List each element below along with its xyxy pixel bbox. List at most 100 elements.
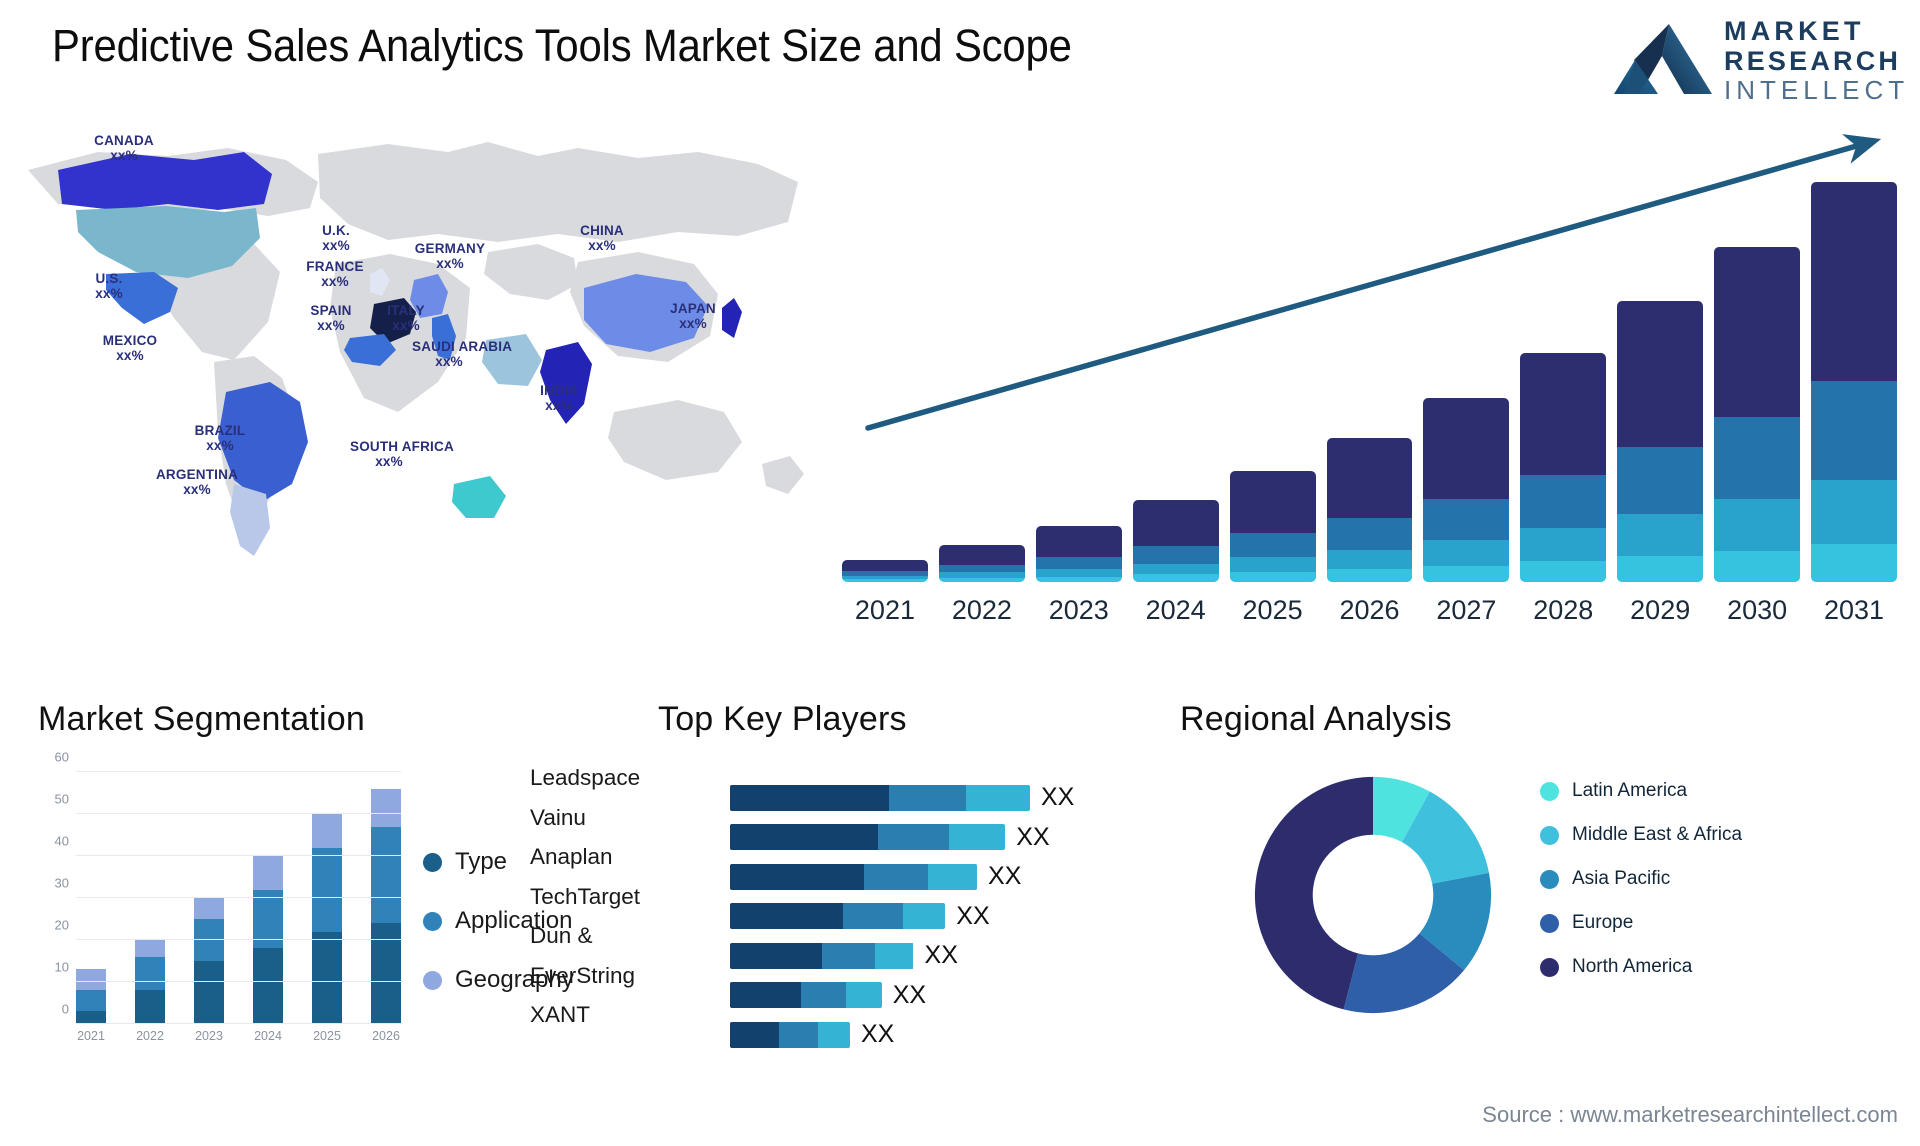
forecast-bar-segment	[1132, 574, 1219, 582]
forecast-bar-segment	[1035, 569, 1122, 577]
regional-legend-item[interactable]: North America	[1540, 952, 1742, 982]
forecast-bar-segment	[1520, 352, 1607, 475]
player-bar	[730, 863, 978, 890]
map-country-value: xx%	[321, 273, 349, 289]
segmentation-gridline	[76, 771, 401, 772]
logo-line-1: MARKET	[1724, 16, 1865, 46]
map-label-india: INDIA xx%	[526, 383, 592, 413]
forecast-bar-segment	[938, 545, 1025, 565]
forecast-bar: XX	[1520, 352, 1607, 582]
forecast-bar-segment	[1811, 380, 1897, 481]
player-bar	[730, 824, 1006, 851]
map-country-name: ARGENTINA	[155, 467, 239, 482]
player-bar-segment	[842, 903, 903, 930]
forecast-bar-segment	[842, 578, 928, 582]
regional-legend-item[interactable]: Asia Pacific	[1540, 864, 1742, 894]
forecast-year-axis: 2021 2022 2023 2024 2025 2026 2027 2028 2029 2030…	[842, 595, 1897, 626]
forecast-bar-segment	[1714, 246, 1801, 417]
player-bar-row: XX	[730, 1015, 1130, 1055]
legend-color-dot	[423, 911, 442, 931]
map-label-canada: CANADA xx%	[76, 133, 172, 163]
legend-color-dot	[1540, 869, 1559, 889]
regional-legend-item[interactable]: Middle East & Africa	[1540, 820, 1742, 850]
player-bar-segment	[730, 1021, 780, 1048]
map-label-brazil: BRAZIL xx%	[178, 423, 262, 453]
forecast-year-label: 2028	[1533, 595, 1594, 625]
forecast-year-label: 2024	[1145, 595, 1206, 625]
legend-label: Europe	[1572, 912, 1634, 933]
mountain-m-icon	[1614, 24, 1712, 94]
player-name: Vainu	[530, 804, 586, 830]
map-country-name: BRAZIL	[194, 423, 246, 438]
map-label-france: FRANCE xx%	[294, 259, 376, 289]
player-bar-segment	[846, 982, 882, 1009]
player-bar-value: XX	[1041, 783, 1075, 812]
forecast-bar-segment	[1520, 527, 1607, 562]
forecast-bar-segment	[1617, 446, 1704, 514]
forecast-bar-segment	[1132, 499, 1219, 547]
market-segmentation-panel: Market Segmentation 2021 2022 2023 2024 2025…	[38, 700, 574, 1120]
forecast-year-label: 2029	[1630, 595, 1691, 625]
segmentation-y-tick: 50	[54, 791, 69, 807]
map-country-value: xx%	[110, 147, 138, 163]
player-bar-segment	[864, 863, 928, 890]
legend-color-dot	[1540, 781, 1559, 801]
segmentation-y-tick: 0	[61, 1001, 69, 1017]
map-country-name: U.S.	[95, 271, 123, 286]
segmentation-bar	[76, 969, 106, 1024]
segmentation-gridline	[76, 939, 401, 940]
player-bar-segment	[874, 942, 914, 969]
player-name: Dun &	[530, 923, 593, 948]
forecast-bar: XX	[1811, 182, 1897, 582]
segmentation-bars	[76, 772, 401, 1024]
forecast-bar-segment	[1714, 416, 1801, 499]
regional-analysis-panel: Regional Analysis Latin America Middle Ea…	[1180, 700, 1900, 1130]
map-label-south-africa: SOUTH AFRICA xx%	[350, 439, 454, 469]
player-bar-segment	[730, 903, 843, 930]
player-bar-segment	[888, 784, 967, 811]
player-bar-segment	[779, 1021, 819, 1048]
forecast-bar-segment	[1132, 563, 1219, 575]
player-bar-value: XX	[892, 980, 927, 1009]
player-bar-row: XX	[730, 897, 1130, 937]
map-country-value: xx%	[375, 453, 403, 469]
forecast-bar: XX	[1714, 246, 1801, 582]
segmentation-bar-segment	[312, 931, 342, 1024]
player-bar	[730, 942, 914, 969]
market-size-forecast-chart: XXXXXXXXXXXXXXXXXXXXXX 20212022202320242…	[830, 120, 1910, 630]
segmentation-bar-segment	[76, 990, 106, 1012]
map-country-value: xx%	[95, 285, 123, 301]
top-key-players-panel: Top Key Players Leadspace Vainu Anaplan Tec…	[530, 700, 1140, 1130]
forecast-bar-segment	[1229, 470, 1316, 534]
regional-legend-item[interactable]: Europe	[1540, 908, 1742, 938]
forecast-year-label: 2031	[1823, 595, 1885, 625]
segmentation-gridline	[76, 897, 401, 898]
player-bar-value: XX	[924, 941, 958, 970]
page-title: Predictive Sales Analytics Tools Market …	[52, 20, 1072, 71]
segmentation-gridline	[76, 1023, 401, 1024]
player-name: Leadspace	[530, 765, 641, 790]
map-label-china: CHINA xx%	[566, 223, 638, 253]
legend-color-dot	[1540, 825, 1559, 845]
forecast-bar-segment	[938, 564, 1025, 573]
map-country-value: xx%	[679, 315, 707, 331]
segmentation-gridline	[76, 981, 401, 982]
forecast-bar-segment	[1229, 533, 1316, 558]
regional-legend-item[interactable]: Latin America	[1540, 776, 1742, 806]
player-bar-segment	[730, 942, 822, 969]
map-label-us: U.S. xx%	[74, 271, 144, 301]
forecast-bar: XX	[1132, 499, 1219, 582]
forecast-bar: XX	[842, 560, 928, 582]
segmentation-bar-segment	[312, 814, 342, 848]
forecast-bar: XX	[1035, 525, 1122, 582]
segmentation-bar-segment	[371, 788, 401, 827]
segmentation-bar-segment	[194, 961, 224, 1024]
map-country-value: xx%	[116, 347, 144, 363]
player-bar	[730, 1021, 850, 1048]
segmentation-x-tick: 2021	[77, 1029, 105, 1043]
forecast-bar-segment	[1035, 557, 1122, 570]
map-country-value: xx%	[588, 237, 616, 253]
forecast-bar-segment	[1811, 544, 1897, 582]
legend-color-dot	[423, 852, 442, 872]
world-map: CANADA xx% U.S. xx% MEXICO xx% BRAZIL xx% AR…	[18, 112, 818, 562]
